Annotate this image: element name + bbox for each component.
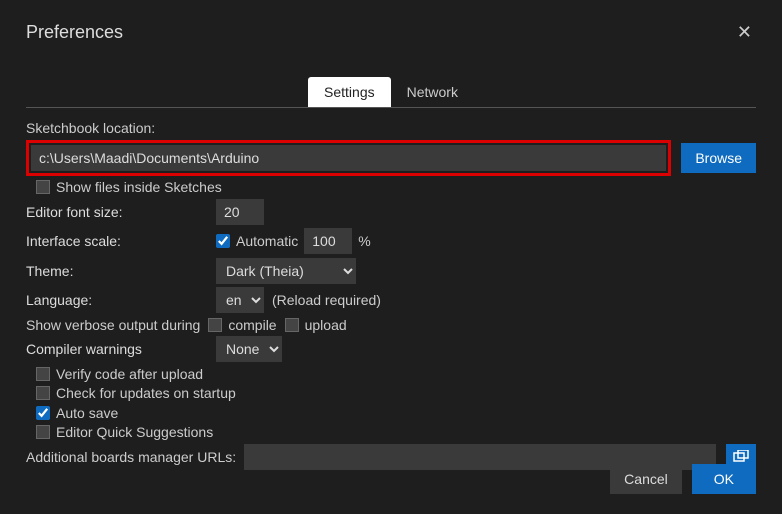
scale-input[interactable]: [304, 228, 352, 254]
interface-scale-label: Interface scale:: [26, 233, 216, 249]
upload-label: upload: [305, 317, 347, 333]
language-select[interactable]: en: [216, 287, 264, 313]
automatic-scale-checkbox[interactable]: [216, 234, 230, 248]
show-files-checkbox[interactable]: [36, 180, 50, 194]
autosave-label: Auto save: [56, 405, 118, 421]
theme-select[interactable]: Dark (Theia): [216, 258, 356, 284]
tab-network[interactable]: Network: [391, 77, 474, 107]
upload-checkbox[interactable]: [285, 318, 299, 332]
sketchbook-location-label: Sketchbook location:: [26, 120, 155, 136]
cancel-button[interactable]: Cancel: [610, 464, 682, 494]
reload-required-label: (Reload required): [272, 292, 381, 308]
font-size-input[interactable]: [216, 199, 264, 225]
highlight-annotation: [26, 140, 671, 176]
language-label: Language:: [26, 292, 216, 308]
quicksugg-label: Editor Quick Suggestions: [56, 424, 213, 440]
scale-unit: %: [358, 233, 370, 249]
urls-label: Additional boards manager URLs:: [26, 449, 236, 465]
updates-checkbox[interactable]: [36, 386, 50, 400]
autosave-checkbox[interactable]: [36, 406, 50, 420]
ok-button[interactable]: OK: [692, 464, 756, 494]
font-size-label: Editor font size:: [26, 204, 216, 220]
quicksugg-checkbox[interactable]: [36, 425, 50, 439]
sketchbook-path-input[interactable]: [31, 145, 666, 171]
compile-checkbox[interactable]: [208, 318, 222, 332]
compiler-warnings-select[interactable]: None: [216, 336, 282, 362]
updates-label: Check for updates on startup: [56, 385, 236, 401]
close-icon[interactable]: ✕: [733, 18, 756, 47]
verify-checkbox[interactable]: [36, 367, 50, 381]
verify-label: Verify code after upload: [56, 366, 203, 382]
dialog-title: Preferences: [26, 22, 123, 43]
browse-button[interactable]: Browse: [681, 143, 756, 173]
verbose-label: Show verbose output during: [26, 317, 200, 333]
compile-label: compile: [228, 317, 276, 333]
automatic-scale-label: Automatic: [236, 233, 298, 249]
show-files-label: Show files inside Sketches: [56, 179, 222, 195]
tabs: Settings Network: [26, 77, 756, 108]
compiler-warnings-label: Compiler warnings: [26, 341, 216, 357]
tab-settings[interactable]: Settings: [308, 77, 391, 107]
theme-label: Theme:: [26, 263, 216, 279]
